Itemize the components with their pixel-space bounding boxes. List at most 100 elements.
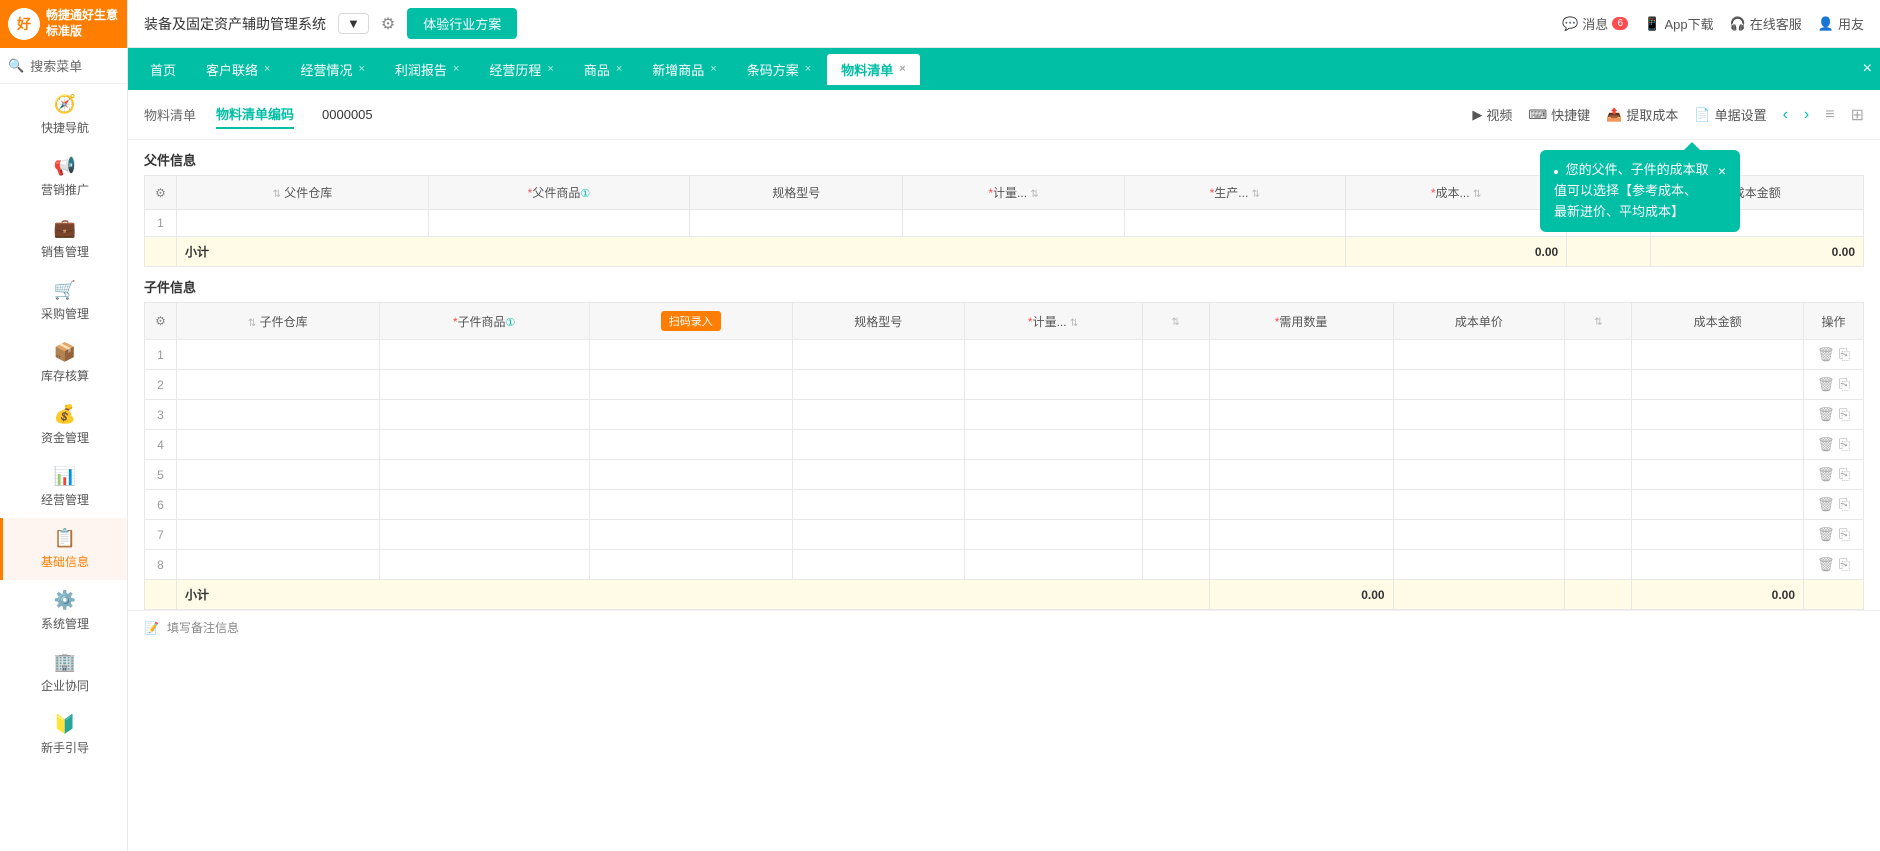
nav-tab-history[interactable]: 经营历程× bbox=[475, 54, 567, 85]
child-spec-8[interactable] bbox=[792, 550, 964, 580]
child-scan-4[interactable] bbox=[589, 430, 792, 460]
notes-placeholder[interactable]: 填写备注信息 bbox=[167, 619, 239, 636]
settings-icon[interactable]: ⚙ bbox=[381, 14, 395, 34]
copy-icon-4[interactable]: ⎘ bbox=[1839, 436, 1850, 453]
nav-tab-products[interactable]: 商品× bbox=[570, 54, 636, 85]
sidebar-item-purchase[interactable]: 🛒采购管理 bbox=[0, 270, 127, 332]
nav-tab-new-products[interactable]: 新增商品× bbox=[638, 54, 730, 85]
parent-produce-1[interactable] bbox=[1124, 210, 1345, 237]
child-unit-cost-5[interactable] bbox=[1393, 460, 1565, 490]
child-warehouse-4[interactable] bbox=[177, 430, 380, 460]
sub-tab-bom-code[interactable]: 物料清单编码 bbox=[216, 100, 294, 129]
nav-tab-customer[interactable]: 客户联络× bbox=[192, 54, 284, 85]
child-unit-cost-6[interactable] bbox=[1393, 490, 1565, 520]
child-warehouse-5[interactable] bbox=[177, 460, 380, 490]
child-scan-5[interactable] bbox=[589, 460, 792, 490]
child-product-4[interactable] bbox=[379, 430, 589, 460]
delete-icon-4[interactable]: 🗑 bbox=[1817, 436, 1835, 453]
sidebar-item-quick-nav[interactable]: 🧭快捷导航 bbox=[0, 84, 127, 146]
sidebar-item-finance[interactable]: 💰资金管理 bbox=[0, 394, 127, 456]
user-item[interactable]: 👤 用友 bbox=[1818, 14, 1864, 33]
tab-close-barcode[interactable]: × bbox=[805, 63, 811, 75]
video-action[interactable]: ▶ 视频 bbox=[1472, 105, 1512, 124]
th-child-settings[interactable]: ⚙ bbox=[145, 303, 177, 340]
child-req-qty-7[interactable] bbox=[1209, 520, 1393, 550]
child-scan-1[interactable] bbox=[589, 340, 792, 370]
child-spec-7[interactable] bbox=[792, 520, 964, 550]
child-spec-6[interactable] bbox=[792, 490, 964, 520]
single-settings-action[interactable]: 📄 单据设置 bbox=[1694, 105, 1766, 124]
child-product-3[interactable] bbox=[379, 400, 589, 430]
child-req-qty-6[interactable] bbox=[1209, 490, 1393, 520]
close-all-tabs[interactable]: × bbox=[1863, 60, 1872, 78]
child-product-2[interactable] bbox=[379, 370, 589, 400]
sidebar-item-enterprise[interactable]: 🏢企业协同 bbox=[0, 642, 127, 704]
child-req-qty-5[interactable] bbox=[1209, 460, 1393, 490]
sidebar-item-business[interactable]: 📊经营管理 bbox=[0, 456, 127, 518]
tab-close-history[interactable]: × bbox=[547, 63, 553, 75]
nav-grid-icon[interactable]: ≡ bbox=[1825, 106, 1834, 124]
child-product-5[interactable] bbox=[379, 460, 589, 490]
child-sort2-2[interactable] bbox=[1565, 370, 1632, 400]
sub-tab-bom-list[interactable]: 物料清单 bbox=[144, 101, 196, 128]
copy-icon-1[interactable]: ⎘ bbox=[1839, 346, 1850, 363]
child-sort-3[interactable] bbox=[1142, 400, 1209, 430]
child-sort2-6[interactable] bbox=[1565, 490, 1632, 520]
child-scan-2[interactable] bbox=[589, 370, 792, 400]
child-sort-7[interactable] bbox=[1142, 520, 1209, 550]
sidebar-item-basic-info[interactable]: 📋基础信息 bbox=[0, 518, 127, 580]
child-unit-cost-2[interactable] bbox=[1393, 370, 1565, 400]
child-unit-2[interactable] bbox=[964, 370, 1142, 400]
child-scan-3[interactable] bbox=[589, 400, 792, 430]
child-req-qty-8[interactable] bbox=[1209, 550, 1393, 580]
nav-tab-operations[interactable]: 经营情况× bbox=[286, 54, 378, 85]
child-sort2-5[interactable] bbox=[1565, 460, 1632, 490]
sidebar-item-system[interactable]: ⚙️系统管理 bbox=[0, 580, 127, 642]
system-dropdown[interactable]: ▼ bbox=[338, 13, 369, 34]
child-spec-3[interactable] bbox=[792, 400, 964, 430]
sidebar-item-guide[interactable]: 🔰新手引导 bbox=[0, 704, 127, 766]
child-req-qty-2[interactable] bbox=[1209, 370, 1393, 400]
sidebar-item-marketing[interactable]: 📢营销推广 bbox=[0, 146, 127, 208]
copy-icon-5[interactable]: ⎘ bbox=[1839, 466, 1850, 483]
tab-close-profit[interactable]: × bbox=[453, 63, 459, 75]
tooltip-close-button[interactable]: × bbox=[1718, 160, 1726, 182]
delete-icon-8[interactable]: 🗑 bbox=[1817, 556, 1835, 573]
child-unit-cost-3[interactable] bbox=[1393, 400, 1565, 430]
child-product-7[interactable] bbox=[379, 520, 589, 550]
child-unit-cost-8[interactable] bbox=[1393, 550, 1565, 580]
child-unit-4[interactable] bbox=[964, 430, 1142, 460]
delete-icon-7[interactable]: 🗑 bbox=[1817, 526, 1835, 543]
copy-icon-8[interactable]: ⎘ bbox=[1839, 556, 1850, 573]
child-scan-7[interactable] bbox=[589, 520, 792, 550]
child-sort-2[interactable] bbox=[1142, 370, 1209, 400]
tab-close-customer[interactable]: × bbox=[264, 63, 270, 75]
child-unit-3[interactable] bbox=[964, 400, 1142, 430]
child-unit-5[interactable] bbox=[964, 460, 1142, 490]
nav-next-arrow[interactable]: › bbox=[1804, 106, 1809, 124]
nav-tab-barcode[interactable]: 条码方案× bbox=[733, 54, 825, 85]
child-sort-6[interactable] bbox=[1142, 490, 1209, 520]
child-scan-6[interactable] bbox=[589, 490, 792, 520]
child-req-qty-1[interactable] bbox=[1209, 340, 1393, 370]
child-unit-cost-4[interactable] bbox=[1393, 430, 1565, 460]
child-sort-8[interactable] bbox=[1142, 550, 1209, 580]
delete-icon-2[interactable]: 🗑 bbox=[1817, 376, 1835, 393]
parent-cost-1[interactable] bbox=[1345, 210, 1566, 237]
shortcut-action[interactable]: ⌨ 快捷键 bbox=[1528, 105, 1590, 124]
copy-icon-3[interactable]: ⎘ bbox=[1839, 406, 1850, 423]
copy-icon-7[interactable]: ⎘ bbox=[1839, 526, 1850, 543]
child-warehouse-2[interactable] bbox=[177, 370, 380, 400]
tab-close-products[interactable]: × bbox=[616, 63, 622, 75]
nav-tab-home[interactable]: 首页 bbox=[136, 54, 190, 85]
child-spec-5[interactable] bbox=[792, 460, 964, 490]
scan-button[interactable]: 扫码录入 bbox=[661, 311, 721, 331]
parent-product-1[interactable] bbox=[428, 210, 689, 237]
tab-close-bom[interactable]: × bbox=[899, 63, 905, 75]
child-sort2-4[interactable] bbox=[1565, 430, 1632, 460]
child-unit-6[interactable] bbox=[964, 490, 1142, 520]
child-unit-7[interactable] bbox=[964, 520, 1142, 550]
child-unit-8[interactable] bbox=[964, 550, 1142, 580]
child-sort2-1[interactable] bbox=[1565, 340, 1632, 370]
child-scan-8[interactable] bbox=[589, 550, 792, 580]
